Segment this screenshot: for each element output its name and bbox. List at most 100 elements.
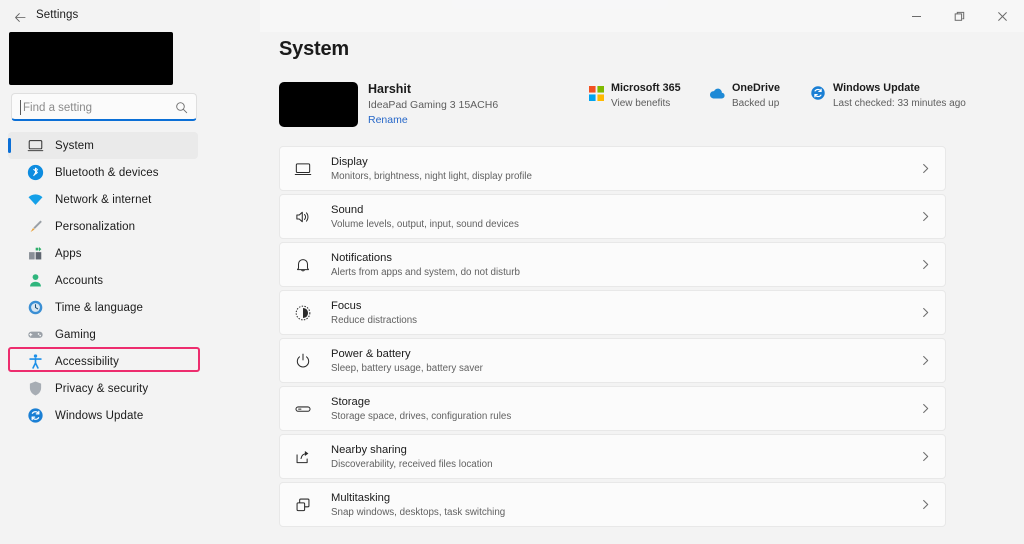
- update-icon: [26, 407, 44, 425]
- chevron-right-icon[interactable]: [905, 211, 945, 222]
- status-card-title: OneDrive: [732, 82, 780, 94]
- profile-redacted-block: [9, 32, 173, 85]
- minimize-button[interactable]: [895, 0, 938, 32]
- search-icon: [175, 101, 188, 114]
- close-button[interactable]: [981, 0, 1024, 32]
- minimize-icon: [911, 11, 922, 22]
- sidebar-item-bluetooth-devices[interactable]: Bluetooth & devices: [8, 159, 198, 186]
- maximize-restore-button[interactable]: [938, 0, 981, 32]
- back-button[interactable]: [9, 6, 31, 28]
- storage-icon: [294, 400, 312, 418]
- sidebar-item-gaming[interactable]: Gaming: [8, 321, 198, 348]
- sidebar-item-label: Accounts: [55, 275, 103, 287]
- chevron-right-icon[interactable]: [905, 163, 945, 174]
- settings-row-notifications[interactable]: NotificationsAlerts from apps and system…: [279, 242, 946, 287]
- settings-row-text: FocusReduce distractions: [331, 299, 905, 327]
- apps-icon: [26, 245, 44, 263]
- sidebar-item-time-language[interactable]: Time & language: [8, 294, 198, 321]
- settings-row-subtitle: Sleep, battery usage, battery saver: [331, 362, 905, 375]
- search-box[interactable]: Find a setting: [11, 93, 197, 121]
- sidebar-item-label: Windows Update: [55, 410, 143, 422]
- settings-row-storage[interactable]: StorageStorage space, drives, configurat…: [279, 386, 946, 431]
- shield-icon: [26, 380, 44, 398]
- device-model: IdeaPad Gaming 3 15ACH6: [368, 99, 498, 111]
- settings-row-subtitle: Alerts from apps and system, do not dist…: [331, 266, 905, 279]
- sidebar-item-label: Privacy & security: [55, 383, 148, 395]
- status-card-title: Windows Update: [833, 82, 920, 94]
- focus-icon: [294, 304, 312, 322]
- settings-row-title: Display: [331, 155, 905, 169]
- status-card-subtitle: Backed up: [732, 98, 779, 109]
- search-input[interactable]: Find a setting: [23, 100, 92, 116]
- account-name: Harshit: [368, 82, 411, 96]
- settings-row-focus[interactable]: FocusReduce distractions: [279, 290, 946, 335]
- selection-indicator: [8, 138, 11, 153]
- monitor-icon: [26, 137, 44, 155]
- restore-icon: [954, 11, 965, 22]
- chevron-right-icon[interactable]: [905, 403, 945, 414]
- settings-row-title: Sound: [331, 203, 905, 217]
- settings-row-title: Focus: [331, 299, 905, 313]
- title-bar: Settings: [0, 0, 1024, 32]
- search-field[interactable]: Find a setting: [11, 93, 197, 121]
- wifi-icon: [26, 191, 44, 209]
- rename-link[interactable]: Rename: [368, 114, 408, 126]
- share-icon: [294, 448, 312, 466]
- chevron-right-icon[interactable]: [905, 499, 945, 510]
- onedrive-cloud-icon: [709, 85, 725, 101]
- chevron-right-icon[interactable]: [905, 355, 945, 366]
- settings-row-title: Storage: [331, 395, 905, 409]
- settings-row-subtitle: Monitors, brightness, night light, displ…: [331, 170, 905, 183]
- settings-row-title: Notifications: [331, 251, 905, 265]
- sidebar-item-accounts[interactable]: Accounts: [8, 267, 198, 294]
- bell-icon: [294, 256, 312, 274]
- status-card-title: Microsoft 365: [611, 82, 681, 94]
- settings-row-text: SoundVolume levels, output, input, sound…: [331, 203, 905, 231]
- microsoft-logo-icon: [588, 85, 604, 101]
- clock-icon: [26, 299, 44, 317]
- chevron-right-icon[interactable]: [905, 451, 945, 462]
- settings-row-multitasking[interactable]: MultitaskingSnap windows, desktops, task…: [279, 482, 946, 527]
- chevron-right-icon[interactable]: [905, 307, 945, 318]
- settings-row-display[interactable]: DisplayMonitors, brightness, night light…: [279, 146, 946, 191]
- sidebar-item-label: Gaming: [55, 329, 96, 341]
- sidebar-item-windows-update[interactable]: Windows Update: [8, 402, 198, 429]
- back-arrow-icon: [14, 11, 27, 24]
- sidebar-item-label: Bluetooth & devices: [55, 167, 159, 179]
- update-sync-icon: [810, 85, 826, 101]
- settings-row-title: Nearby sharing: [331, 443, 905, 457]
- title-bar-ghost-shape: [452, 0, 668, 9]
- sidebar-item-label: Personalization: [55, 221, 135, 233]
- sidebar-item-apps[interactable]: Apps: [8, 240, 198, 267]
- settings-row-text: DisplayMonitors, brightness, night light…: [331, 155, 905, 183]
- settings-row-power-battery[interactable]: Power & batterySleep, battery usage, bat…: [279, 338, 946, 383]
- page-title: System: [279, 38, 349, 61]
- accessibility-icon: [26, 353, 44, 371]
- gamepad-icon: [26, 326, 44, 344]
- chevron-right-icon[interactable]: [905, 259, 945, 270]
- settings-row-sound[interactable]: SoundVolume levels, output, input, sound…: [279, 194, 946, 239]
- settings-row-text: MultitaskingSnap windows, desktops, task…: [331, 491, 905, 519]
- settings-row-subtitle: Discoverability, received files location: [331, 458, 905, 471]
- bluetooth-icon: [26, 164, 44, 182]
- main-content: System Harshit IdeaPad Gaming 3 15ACH6 R…: [260, 32, 1024, 544]
- sidebar-item-system[interactable]: System: [8, 132, 198, 159]
- sidebar-item-label: Accessibility: [55, 356, 119, 368]
- sidebar-item-label: Network & internet: [55, 194, 151, 206]
- person-icon: [26, 272, 44, 290]
- close-icon: [997, 11, 1008, 22]
- sidebar-item-network-internet[interactable]: Network & internet: [8, 186, 198, 213]
- text-caret: [20, 100, 21, 115]
- settings-row-subtitle: Reduce distractions: [331, 314, 905, 327]
- avatar-redacted: [279, 82, 358, 127]
- settings-row-title: Multitasking: [331, 491, 905, 505]
- sidebar-item-label: System: [55, 140, 94, 152]
- sidebar-item-privacy-security[interactable]: Privacy & security: [8, 375, 198, 402]
- settings-row-title: Power & battery: [331, 347, 905, 361]
- settings-rows: DisplayMonitors, brightness, night light…: [279, 146, 946, 530]
- speaker-icon: [294, 208, 312, 226]
- settings-row-nearby-sharing[interactable]: Nearby sharingDiscoverability, received …: [279, 434, 946, 479]
- settings-window: Settings: [0, 0, 1024, 544]
- sidebar-item-personalization[interactable]: Personalization: [8, 213, 198, 240]
- sidebar-item-accessibility[interactable]: Accessibility: [8, 348, 198, 375]
